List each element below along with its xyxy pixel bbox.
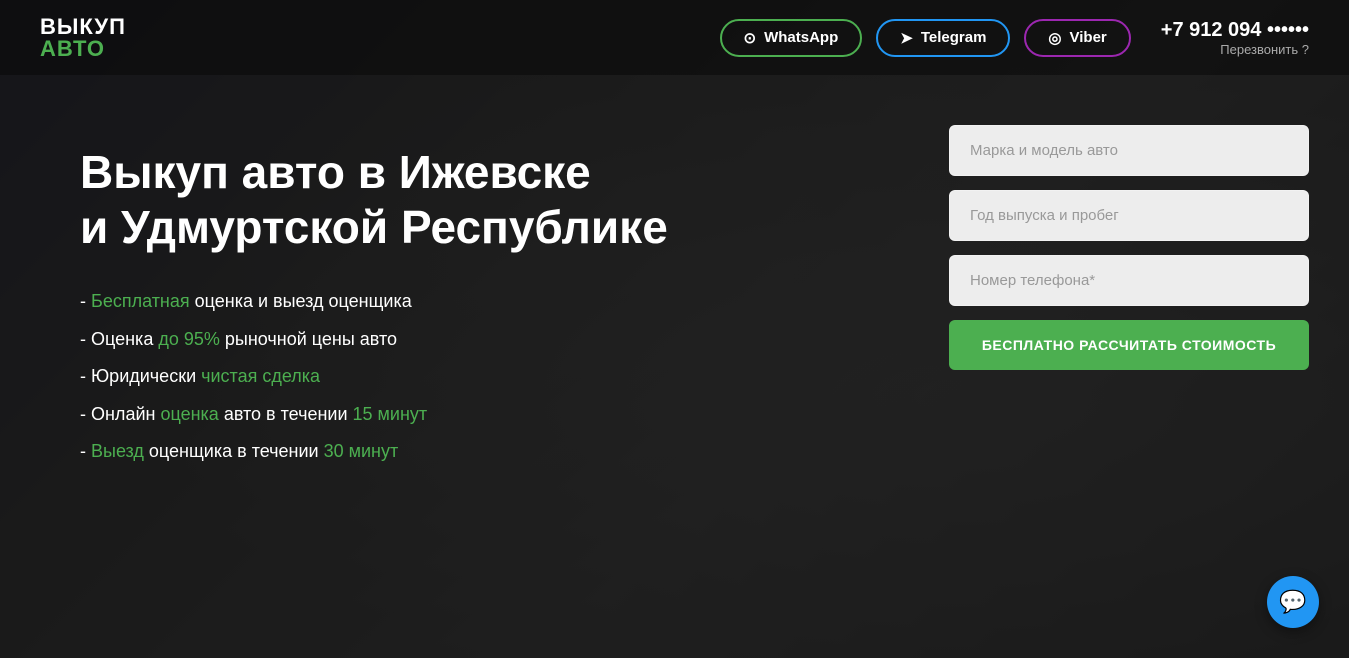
phone-number[interactable]: +7 912 094 •••••• bbox=[1161, 19, 1309, 42]
logo: ВЫКУП АВТО bbox=[40, 16, 126, 60]
phone-input[interactable] bbox=[949, 255, 1309, 306]
feature3-green: чистая сделка bbox=[201, 366, 320, 386]
whatsapp-button[interactable]: ⊙ WhatsApp bbox=[720, 19, 863, 57]
feature1-rest: оценка и выезд оценщика bbox=[190, 291, 412, 311]
viber-label: Viber bbox=[1070, 29, 1107, 46]
feature5-mid: оценщика в течении bbox=[144, 441, 324, 461]
feature4-green2: 15 минут bbox=[353, 404, 428, 424]
header: ВЫКУП АВТО ⊙ WhatsApp ➤ Telegram ◎ Viber… bbox=[0, 0, 1349, 75]
telegram-label: Telegram bbox=[921, 29, 987, 46]
main-title: Выкуп авто в Ижевске и Удмуртской Респуб… bbox=[80, 145, 889, 255]
feature5-green2: 30 минут bbox=[324, 441, 399, 461]
whatsapp-icon: ⊙ bbox=[744, 29, 757, 47]
viber-icon: ◎ bbox=[1048, 29, 1061, 47]
callback-link[interactable]: Перезвонить ? bbox=[1161, 42, 1309, 57]
contact-info: +7 912 094 •••••• Перезвонить ? bbox=[1161, 19, 1309, 57]
contact-form: БЕСПЛАТНО РАССЧИТАТЬ СТОИМОСТЬ bbox=[949, 125, 1309, 370]
title-line1: Выкуп авто в Ижевске bbox=[80, 146, 591, 198]
nav-buttons: ⊙ WhatsApp ➤ Telegram ◎ Viber bbox=[720, 19, 1131, 57]
logo-bottom: АВТО bbox=[40, 38, 126, 60]
telegram-button[interactable]: ➤ Telegram bbox=[876, 19, 1010, 57]
year-mileage-input[interactable] bbox=[949, 190, 1309, 241]
title-line2: и Удмуртской Республике bbox=[80, 201, 668, 253]
feature-item-2: - Оценка до 95% рыночной цены авто bbox=[80, 328, 889, 351]
feature1-green: Бесплатная bbox=[91, 291, 190, 311]
main-content: Выкуп авто в Ижевске и Удмуртской Респуб… bbox=[0, 75, 1349, 658]
left-section: Выкуп авто в Ижевске и Удмуртской Респуб… bbox=[80, 125, 889, 463]
feature3-prefix: - Юридически bbox=[80, 366, 201, 386]
feature2-rest: рыночной цены авто bbox=[220, 329, 397, 349]
chat-bubble-icon: 💬 bbox=[1279, 589, 1306, 615]
feature-item-5: - Выезд оценщика в течении 30 минут bbox=[80, 440, 889, 463]
feature4-mid: авто в течении bbox=[219, 404, 353, 424]
feature5-prefix: - bbox=[80, 441, 91, 461]
logo-top: ВЫКУП bbox=[40, 16, 126, 38]
feature-item-1: - Бесплатная оценка и выезд оценщика bbox=[80, 290, 889, 313]
feature1-prefix: - bbox=[80, 291, 91, 311]
feature-item-4: - Онлайн оценка авто в течении 15 минут bbox=[80, 403, 889, 426]
feature4-green1: оценка bbox=[160, 404, 218, 424]
feature-item-3: - Юридически чистая сделка bbox=[80, 365, 889, 388]
whatsapp-label: WhatsApp bbox=[764, 29, 838, 46]
feature5-green1: Выезд bbox=[91, 441, 144, 461]
feature4-prefix: - Онлайн bbox=[80, 404, 160, 424]
submit-button[interactable]: БЕСПЛАТНО РАССЧИТАТЬ СТОИМОСТЬ bbox=[949, 320, 1309, 370]
features-list: - Бесплатная оценка и выезд оценщика - О… bbox=[80, 290, 889, 463]
feature2-green: до 95% bbox=[158, 329, 220, 349]
car-model-input[interactable] bbox=[949, 125, 1309, 176]
feature2-prefix: - Оценка bbox=[80, 329, 158, 349]
chat-bubble-button[interactable]: 💬 bbox=[1267, 576, 1319, 628]
viber-button[interactable]: ◎ Viber bbox=[1024, 19, 1130, 57]
telegram-icon: ➤ bbox=[900, 29, 913, 47]
